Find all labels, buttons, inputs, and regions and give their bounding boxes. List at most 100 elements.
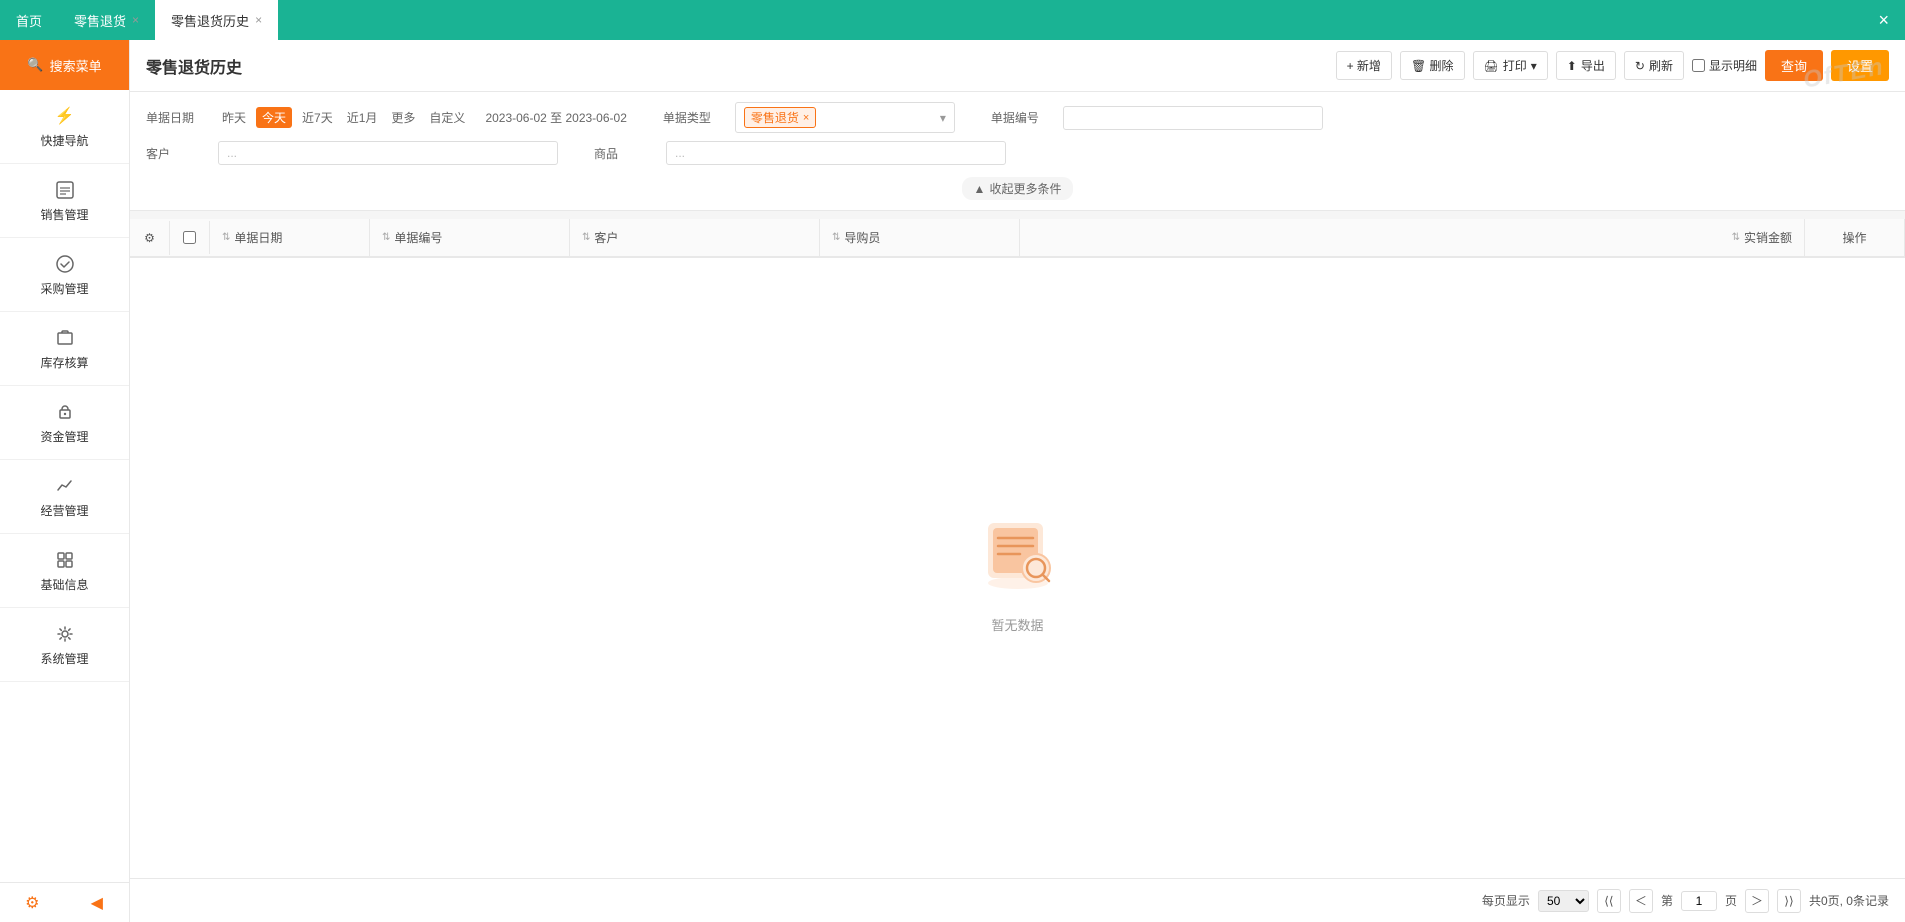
date-opt-7days[interactable]: 近7天	[298, 107, 337, 128]
type-tag-label: 零售退货	[751, 109, 799, 126]
th-checkbox[interactable]	[170, 221, 210, 254]
date-filter-label: 单据日期	[146, 109, 202, 126]
page-next-button[interactable]: ＞	[1745, 889, 1769, 913]
th-number[interactable]: ⇅ 单据编号	[370, 219, 570, 256]
page-summary: 共0页, 0条记录	[1809, 892, 1889, 909]
tab-retail-return-history-close[interactable]: ×	[255, 13, 262, 27]
sidebar-item-quick-nav[interactable]: ⚡ 快捷导航	[0, 90, 129, 164]
finance-icon	[53, 400, 77, 424]
date-opt-1month[interactable]: 近1月	[343, 107, 382, 128]
date-opt-custom[interactable]: 自定义	[425, 107, 469, 128]
page-first-button[interactable]: ⟨⟨	[1597, 889, 1621, 913]
page-prev-button[interactable]: ＜	[1629, 889, 1653, 913]
sidebar-item-finance-label: 资金管理	[40, 428, 88, 445]
system-mgmt-icon	[53, 622, 77, 646]
th-amount-label: 实销金额	[1744, 229, 1792, 246]
number-filter-label: 单据编号	[991, 109, 1047, 126]
date-range-value: 2023-06-02 至 2023-06-02	[485, 109, 626, 126]
page-last-button[interactable]: ⟩⟩	[1777, 889, 1801, 913]
show-detail-checkbox-label[interactable]: 显示明细	[1692, 57, 1757, 74]
table-header: ⚙ ⇅ 单据日期 ⇅ 单据编号 ⇅ 客户 ⇅	[130, 219, 1905, 258]
purchase-mgmt-icon	[53, 252, 77, 276]
query-button[interactable]: 查询	[1765, 50, 1823, 81]
goods-placeholder: ...	[675, 146, 685, 160]
th-guide-label: 导购员	[844, 229, 880, 246]
tab-retail-return[interactable]: 零售退货 ×	[58, 0, 155, 40]
goods-filter-select[interactable]: ...	[666, 141, 1006, 165]
sort-up-icon: ⇅	[222, 232, 230, 243]
sidebar-item-finance[interactable]: 资金管理	[0, 386, 129, 460]
sidebar-item-purchase-mgmt-label: 采购管理	[40, 280, 88, 297]
th-ops: 操作	[1805, 219, 1905, 256]
select-all-checkbox[interactable]	[183, 231, 196, 244]
tab-retail-return-history[interactable]: 零售退货历史 ×	[155, 0, 278, 40]
th-customer-label: 客户	[594, 229, 618, 246]
th-customer[interactable]: ⇅ 客户	[570, 219, 820, 256]
settings-button[interactable]: 设置	[1831, 50, 1889, 81]
sidebar-item-inventory-label: 库存核算	[40, 354, 88, 371]
type-tag-close[interactable]: ×	[803, 112, 809, 124]
collapse-row: ▲ 收起更多条件	[146, 173, 1889, 200]
type-select-arrow-icon: ▾	[940, 111, 946, 125]
inventory-icon	[53, 326, 77, 350]
sort-guide-icon: ⇅	[832, 232, 840, 243]
page-unit-label: 页	[1725, 892, 1737, 909]
type-tag: 零售退货 ×	[744, 107, 816, 128]
collapse-up-icon: ▲	[974, 182, 986, 196]
customer-filter-label: 客户	[146, 145, 202, 162]
customer-placeholder: ...	[227, 146, 237, 160]
window-close-button[interactable]: ×	[1862, 10, 1905, 31]
th-date[interactable]: ⇅ 单据日期	[210, 219, 370, 256]
sidebar-search-label: 搜索菜单	[50, 56, 102, 75]
th-settings[interactable]: ⚙	[130, 221, 170, 255]
customer-filter-select[interactable]: ...	[218, 141, 558, 165]
sidebar-item-basic-info[interactable]: 基础信息	[0, 534, 129, 608]
th-amount[interactable]: ⇅ 实销金额	[1020, 219, 1805, 256]
quick-nav-icon: ⚡	[53, 104, 77, 128]
empty-state: 暂无数据	[130, 258, 1905, 878]
sidebar-search-button[interactable]: 🔍 搜索菜单	[0, 40, 129, 90]
sidebar-item-system-mgmt-label: 系统管理	[40, 650, 88, 667]
sidebar-item-operations[interactable]: 经营管理	[0, 460, 129, 534]
sidebar-item-inventory[interactable]: 库存核算	[0, 312, 129, 386]
export-button[interactable]: ⬆ 导出	[1556, 51, 1616, 80]
empty-state-icon	[968, 503, 1068, 603]
sales-mgmt-icon	[53, 178, 77, 202]
header-actions: + 新增 🗑 删除 🖨 打印 ▾ ⬆ 导出 ↻ 刷新 显示明细	[1336, 50, 1889, 81]
sidebar-item-system-mgmt[interactable]: 系统管理	[0, 608, 129, 682]
goods-filter-label: 商品	[594, 145, 650, 162]
type-filter-select[interactable]: 零售退货 × ▾	[735, 102, 955, 133]
date-opt-more[interactable]: 更多	[387, 107, 419, 128]
type-filter-label: 单据类型	[663, 109, 719, 126]
number-filter-input[interactable]	[1063, 106, 1323, 130]
sidebar-item-purchase-mgmt[interactable]: 采购管理	[0, 238, 129, 312]
empty-text: 暂无数据	[991, 615, 1043, 634]
th-date-label: 单据日期	[234, 229, 282, 246]
sidebar-collapse-button[interactable]: ◀	[65, 883, 130, 922]
page-title: 零售退货历史	[146, 54, 242, 78]
page-header: 零售退货历史 + 新增 🗑 删除 🖨 打印 ▾ ⬆ 导出 ↻ 刷新	[130, 40, 1905, 92]
delete-button[interactable]: 🗑 删除	[1400, 51, 1465, 80]
filter-row-2: 客户 ... 商品 ...	[146, 141, 1889, 165]
sidebar-settings-button[interactable]: ⚙	[0, 883, 65, 922]
refresh-button[interactable]: ↻ 刷新	[1624, 51, 1684, 80]
collapse-button[interactable]: ▲ 收起更多条件	[962, 177, 1074, 200]
date-opt-yesterday[interactable]: 昨天	[218, 107, 250, 128]
show-detail-checkbox[interactable]	[1692, 59, 1705, 72]
tab-home[interactable]: 首页	[0, 0, 58, 40]
date-opt-today[interactable]: 今天	[256, 107, 292, 128]
print-button[interactable]: 🖨 打印 ▾	[1473, 51, 1548, 80]
pagination: 每页显示 20 50 100 200 ⟨⟨ ＜ 第 页 ＞ ⟩⟩ 共0页, 0条…	[130, 878, 1905, 922]
tab-home-label: 首页	[16, 11, 42, 30]
print-chevron-icon: ▾	[1531, 59, 1537, 73]
tab-retail-return-close[interactable]: ×	[132, 13, 139, 27]
new-button[interactable]: + 新增	[1336, 51, 1392, 80]
export-label: 导出	[1581, 57, 1605, 74]
sidebar-item-sales-mgmt[interactable]: 销售管理	[0, 164, 129, 238]
th-guide[interactable]: ⇅ 导购员	[820, 219, 1020, 256]
per-page-select[interactable]: 20 50 100 200	[1538, 890, 1589, 912]
print-icon: 🖨	[1484, 59, 1499, 73]
sidebar-item-basic-info-label: 基础信息	[40, 576, 88, 593]
page-number-input[interactable]	[1681, 891, 1717, 911]
per-page-label: 每页显示	[1482, 892, 1530, 909]
